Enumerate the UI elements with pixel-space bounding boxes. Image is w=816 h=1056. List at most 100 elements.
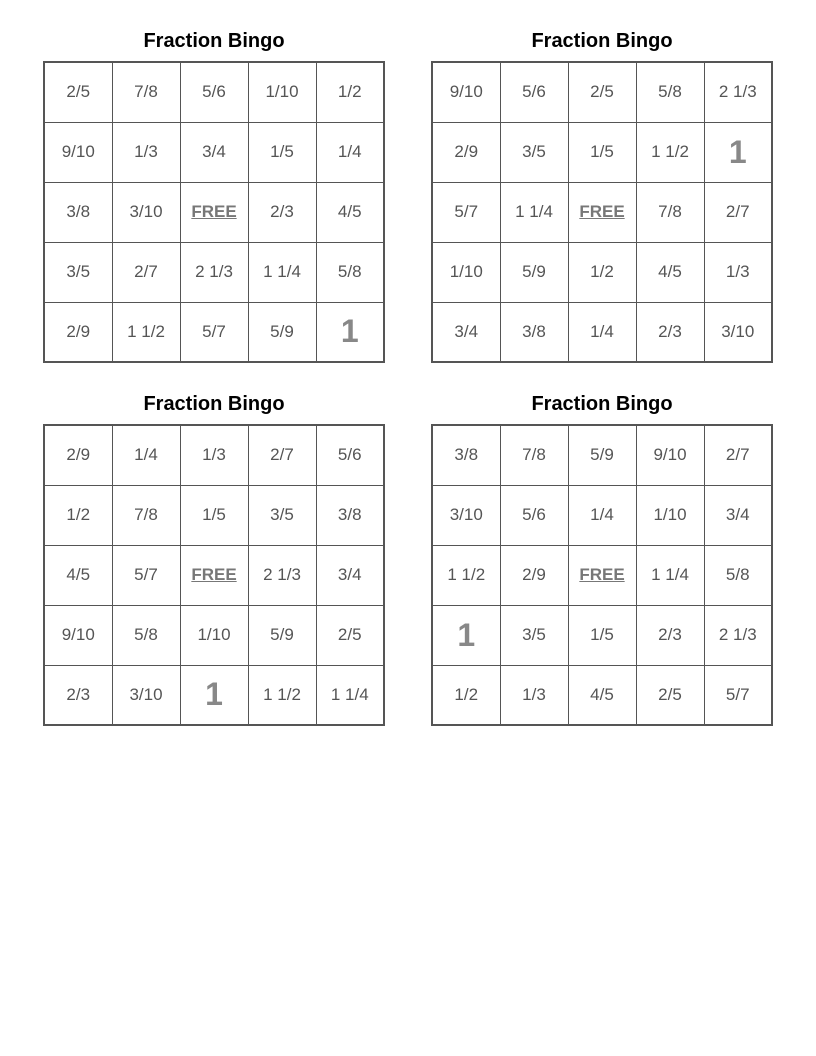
- cell-2-3-1: 5/8: [112, 605, 180, 665]
- cell-2-3-2: 1/10: [180, 605, 248, 665]
- cell-0-1-1: 1/3: [112, 122, 180, 182]
- cell-2-2-1: 5/7: [112, 545, 180, 605]
- cell-1-1-4: 1: [704, 122, 772, 182]
- cell-2-0-1: 1/4: [112, 425, 180, 485]
- cell-3-1-3: 1/10: [636, 485, 704, 545]
- cell-2-1-0: 1/2: [44, 485, 112, 545]
- cell-3-1-4: 3/4: [704, 485, 772, 545]
- bingo-grid-1: 9/105/62/55/82 1/32/93/51/51 1/215/71 1/…: [431, 61, 773, 363]
- bingo-title-0: Fraction Bingo: [143, 30, 284, 53]
- bingo-grid-3: 3/87/85/99/102/73/105/61/41/103/41 1/22/…: [431, 424, 773, 726]
- cell-0-3-2: 2 1/3: [180, 242, 248, 302]
- cell-1-1-3: 1 1/2: [636, 122, 704, 182]
- cell-3-3-3: 2/3: [636, 605, 704, 665]
- cell-1-4-1: 3/8: [500, 302, 568, 362]
- cell-2-0-4: 5/6: [316, 425, 384, 485]
- cell-3-3-1: 3/5: [500, 605, 568, 665]
- cell-2-2-0: 4/5: [44, 545, 112, 605]
- cell-2-4-2: 1: [180, 665, 248, 725]
- cell-1-0-0: 9/10: [432, 62, 500, 122]
- cell-0-2-2: FREE: [180, 182, 248, 242]
- cell-2-2-4: 3/4: [316, 545, 384, 605]
- cell-3-0-0: 3/8: [432, 425, 500, 485]
- cell-0-2-1: 3/10: [112, 182, 180, 242]
- cell-3-2-1: 2/9: [500, 545, 568, 605]
- cell-1-0-4: 2 1/3: [704, 62, 772, 122]
- bingo-grid-0: 2/57/85/61/101/29/101/33/41/51/43/83/10F…: [43, 61, 385, 363]
- cell-2-0-3: 2/7: [248, 425, 316, 485]
- cell-1-2-3: 7/8: [636, 182, 704, 242]
- cell-0-1-2: 3/4: [180, 122, 248, 182]
- cell-1-4-4: 3/10: [704, 302, 772, 362]
- cell-0-4-3: 5/9: [248, 302, 316, 362]
- cell-0-4-2: 5/7: [180, 302, 248, 362]
- cell-1-2-1: 1 1/4: [500, 182, 568, 242]
- cell-0-4-0: 2/9: [44, 302, 112, 362]
- cell-1-3-1: 5/9: [500, 242, 568, 302]
- cell-2-0-2: 1/3: [180, 425, 248, 485]
- cell-2-3-0: 9/10: [44, 605, 112, 665]
- cell-3-4-1: 1/3: [500, 665, 568, 725]
- cell-3-1-1: 5/6: [500, 485, 568, 545]
- cell-3-0-2: 5/9: [568, 425, 636, 485]
- cell-1-3-4: 1/3: [704, 242, 772, 302]
- cell-1-0-3: 5/8: [636, 62, 704, 122]
- cell-3-3-0: 1: [432, 605, 500, 665]
- cell-3-0-1: 7/8: [500, 425, 568, 485]
- cell-2-1-2: 1/5: [180, 485, 248, 545]
- cell-1-1-2: 1/5: [568, 122, 636, 182]
- cell-3-2-3: 1 1/4: [636, 545, 704, 605]
- cell-2-3-4: 2/5: [316, 605, 384, 665]
- cell-0-0-2: 5/6: [180, 62, 248, 122]
- cell-1-1-0: 2/9: [432, 122, 500, 182]
- cell-0-1-4: 1/4: [316, 122, 384, 182]
- cell-3-1-2: 1/4: [568, 485, 636, 545]
- cell-0-1-3: 1/5: [248, 122, 316, 182]
- cell-3-2-2: FREE: [568, 545, 636, 605]
- cell-1-0-1: 5/6: [500, 62, 568, 122]
- cell-2-1-1: 7/8: [112, 485, 180, 545]
- cell-3-3-2: 1/5: [568, 605, 636, 665]
- cell-3-4-4: 5/7: [704, 665, 772, 725]
- cell-3-4-2: 4/5: [568, 665, 636, 725]
- cell-0-4-1: 1 1/2: [112, 302, 180, 362]
- cell-1-3-3: 4/5: [636, 242, 704, 302]
- cell-0-0-3: 1/10: [248, 62, 316, 122]
- cell-0-3-3: 1 1/4: [248, 242, 316, 302]
- cell-1-2-2: FREE: [568, 182, 636, 242]
- cell-2-2-2: FREE: [180, 545, 248, 605]
- cell-3-0-4: 2/7: [704, 425, 772, 485]
- cell-0-0-0: 2/5: [44, 62, 112, 122]
- cell-2-1-3: 3/5: [248, 485, 316, 545]
- cell-2-0-0: 2/9: [44, 425, 112, 485]
- cell-3-3-4: 2 1/3: [704, 605, 772, 665]
- cell-0-2-3: 2/3: [248, 182, 316, 242]
- bingo-card-2: Fraction Bingo2/91/41/32/75/61/27/81/53/…: [30, 393, 398, 726]
- cell-1-4-2: 1/4: [568, 302, 636, 362]
- cell-0-4-4: 1: [316, 302, 384, 362]
- cell-3-1-0: 3/10: [432, 485, 500, 545]
- cell-2-3-3: 5/9: [248, 605, 316, 665]
- cell-0-0-1: 7/8: [112, 62, 180, 122]
- cell-1-4-0: 3/4: [432, 302, 500, 362]
- cell-1-0-2: 2/5: [568, 62, 636, 122]
- cell-0-0-4: 1/2: [316, 62, 384, 122]
- cell-1-2-4: 2/7: [704, 182, 772, 242]
- cell-0-3-1: 2/7: [112, 242, 180, 302]
- cell-2-4-3: 1 1/2: [248, 665, 316, 725]
- cell-1-1-1: 3/5: [500, 122, 568, 182]
- cell-2-4-0: 2/3: [44, 665, 112, 725]
- bingo-title-1: Fraction Bingo: [531, 30, 672, 53]
- page: Fraction Bingo2/57/85/61/101/29/101/33/4…: [20, 20, 796, 736]
- cell-3-2-0: 1 1/2: [432, 545, 500, 605]
- cell-1-3-2: 1/2: [568, 242, 636, 302]
- bingo-title-2: Fraction Bingo: [143, 393, 284, 416]
- cell-2-1-4: 3/8: [316, 485, 384, 545]
- bingo-card-0: Fraction Bingo 2/57/85/61/101/2 9/101/33/4…: [30, 30, 398, 363]
- bingo-card-3: Fraction Bingo3/87/85/99/102/73/105/61/4…: [418, 393, 786, 726]
- cell-0-1-0: 9/10: [44, 122, 112, 182]
- cell-3-2-4: 5/8: [704, 545, 772, 605]
- cell-3-4-3: 2/5: [636, 665, 704, 725]
- bingo-title-3: Fraction Bingo: [531, 393, 672, 416]
- cell-0-2-4: 4/5: [316, 182, 384, 242]
